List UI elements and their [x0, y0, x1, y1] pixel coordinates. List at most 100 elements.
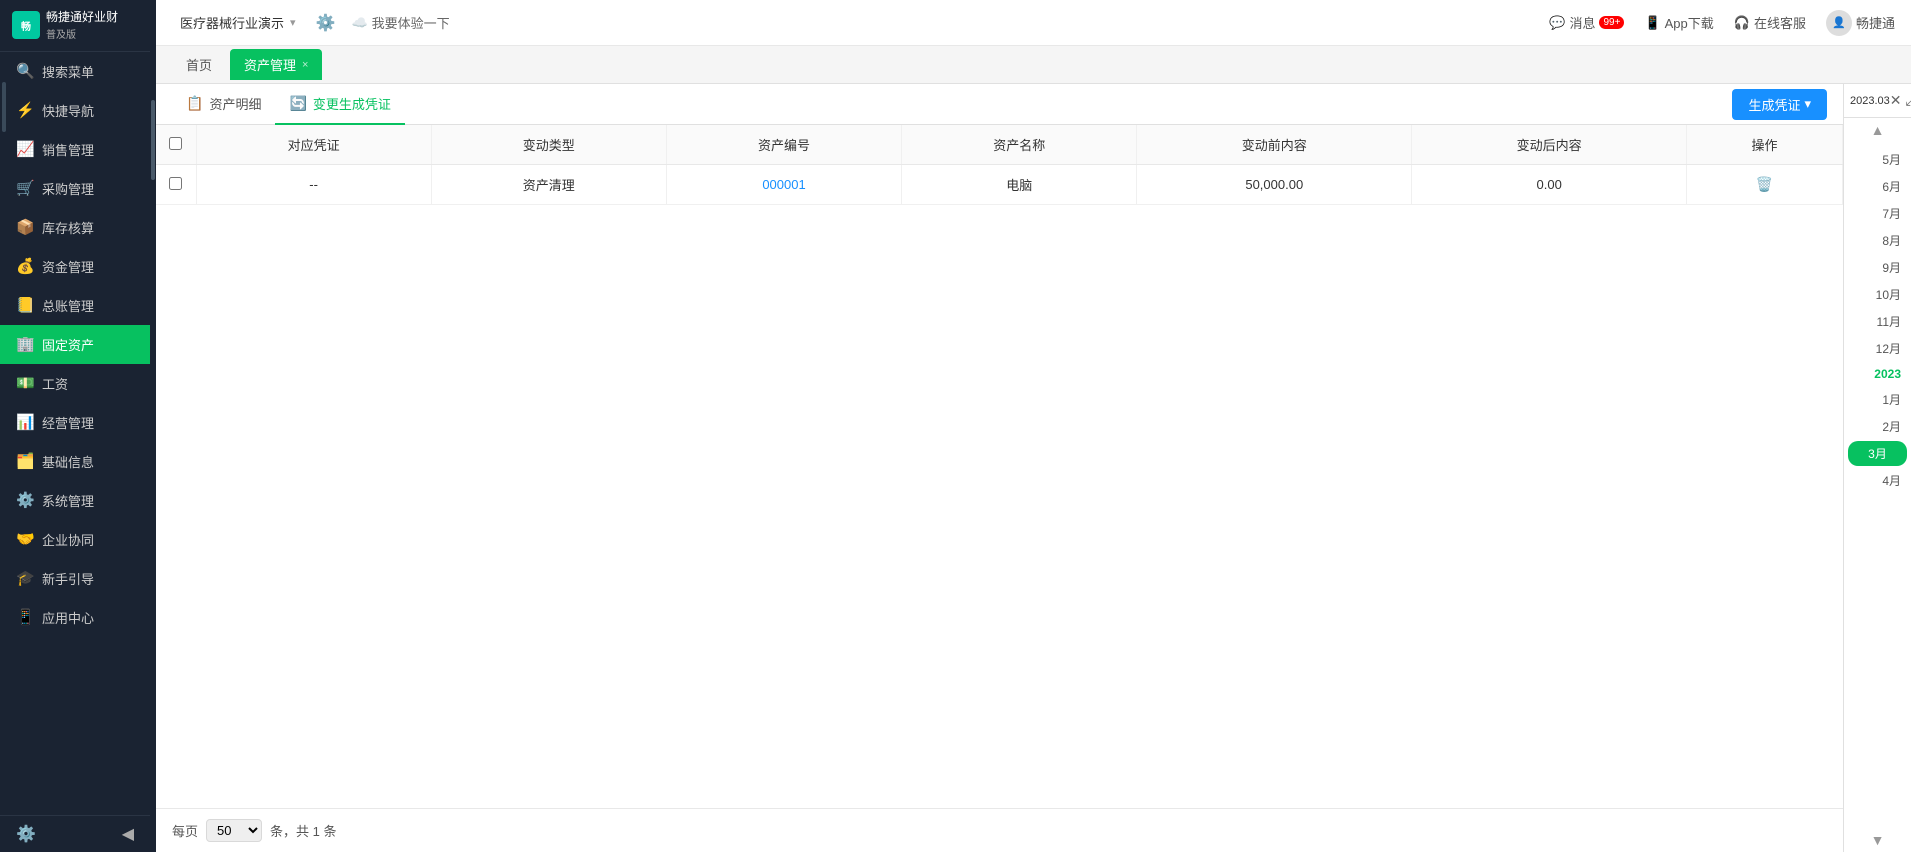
- system-icon: ⚙️: [16, 491, 34, 509]
- company-selector[interactable]: 医疗器械行业演示 ▾: [172, 9, 304, 36]
- col-change-type: 变动类型: [431, 125, 666, 165]
- cell-change-type: 资产清理: [431, 165, 666, 205]
- app-download-action[interactable]: 📱 App下载: [1644, 13, 1713, 32]
- experience-button[interactable]: ☁️ 我要体验一下: [351, 13, 449, 32]
- avatar: 👤: [1826, 10, 1852, 36]
- cell-action: 🗑️: [1687, 165, 1843, 205]
- year-2023-header: 2023: [1844, 362, 1911, 386]
- sidebar-item-sales[interactable]: 📈 销售管理: [0, 130, 150, 169]
- app-download-icon: 📱: [1644, 15, 1660, 31]
- sidebar-item-basic-info[interactable]: 🗂️ 基础信息: [0, 442, 150, 481]
- sidebar-item-operations[interactable]: 📊 经营管理: [0, 403, 150, 442]
- sidebar-item-label: 总账管理: [42, 296, 94, 315]
- sidebar-item-ledger[interactable]: 📒 总账管理: [0, 286, 150, 325]
- panel-close-icon[interactable]: ✕: [1890, 92, 1902, 109]
- sidebar-item-label: 搜索菜单: [42, 62, 94, 81]
- customer-service-action[interactable]: 🎧 在线客服: [1734, 13, 1806, 32]
- message-badge: 99+: [1599, 16, 1624, 29]
- sidebar-logo: 畅 畅捷通好业财 普及版: [0, 0, 150, 52]
- sidebar-item-label: 资金管理: [42, 257, 94, 276]
- panel-expand-icon[interactable]: ⤢: [1906, 92, 1911, 109]
- sidebar-item-fixed-assets[interactable]: 🏢 固定资产: [0, 325, 150, 364]
- sidebar-item-guide[interactable]: 🎓 新手引导: [0, 559, 150, 598]
- sidebar-item-search[interactable]: 🔍 搜索菜单: [0, 52, 150, 91]
- ledger-icon: 📒: [16, 296, 34, 314]
- page-size-select[interactable]: 50 10 20 100: [206, 819, 262, 842]
- month-10[interactable]: 10月: [1844, 281, 1911, 308]
- app-name: 畅捷通好业财: [46, 10, 118, 26]
- inner-tab-label: 资产明细: [209, 94, 261, 113]
- inner-tabs: 📋 资产明细 🔄 变更生成凭证 生成凭证 ▾: [156, 84, 1843, 125]
- settings-bottom-icon[interactable]: ⚙️: [16, 824, 36, 844]
- sidebar-item-collab[interactable]: 🤝 企业协同: [0, 520, 150, 559]
- month-5[interactable]: 5月: [1844, 146, 1911, 173]
- month-1[interactable]: 1月: [1844, 386, 1911, 413]
- inner-tab-change-voucher[interactable]: 🔄 变更生成凭证: [275, 84, 404, 125]
- header-right: 💬 消息 99+ 📱 App下载 🎧 在线客服 👤 畅捷通: [1549, 10, 1895, 36]
- top-header: 医疗器械行业演示 ▾ ⚙️ ☁️ 我要体验一下 💬 消息 99+ 📱 App下载…: [156, 0, 1911, 46]
- collapse-icon[interactable]: ◀: [122, 824, 134, 844]
- month-4[interactable]: 4月: [1844, 467, 1911, 494]
- row-checkbox[interactable]: [169, 177, 182, 190]
- purchase-icon: 🛒: [16, 179, 34, 197]
- month-12[interactable]: 12月: [1844, 335, 1911, 362]
- generate-voucher-button[interactable]: 生成凭证 ▾: [1732, 89, 1827, 120]
- fixed-assets-icon: 🏢: [16, 335, 34, 353]
- quicknav-icon: ⚡: [16, 101, 34, 119]
- sidebar-item-purchase[interactable]: 🛒 采购管理: [0, 169, 150, 208]
- sidebar-item-label: 固定资产: [42, 335, 94, 354]
- sidebar-item-inventory[interactable]: 📦 库存核算: [0, 208, 150, 247]
- month-11[interactable]: 11月: [1844, 308, 1911, 335]
- sidebar-item-label: 经营管理: [42, 413, 94, 432]
- inner-tab-label: 变更生成凭证: [313, 94, 391, 113]
- table-row: -- 资产清理 000001 电脑 50,000.00 0.00 🗑️: [156, 165, 1843, 205]
- settings-icon[interactable]: ⚙️: [316, 13, 336, 33]
- month-scroll: 5月 6月 7月 8月 9月 10月 11月 12月 2023 1月 2月 3月…: [1844, 142, 1911, 828]
- sidebar-item-label: 企业协同: [42, 530, 94, 549]
- payroll-icon: 💵: [16, 374, 34, 392]
- scroll-down-arrow[interactable]: ▼: [1844, 828, 1911, 852]
- sidebar-item-label: 库存核算: [42, 218, 94, 237]
- month-3-current[interactable]: 3月: [1848, 441, 1907, 466]
- month-6[interactable]: 6月: [1844, 173, 1911, 200]
- col-asset-name: 资产名称: [902, 125, 1137, 165]
- app-version: 普及版: [46, 26, 118, 41]
- delete-icon[interactable]: 🗑️: [1756, 176, 1773, 192]
- table-container: 对应凭证 变动类型 资产编号 资产名称 变动前内容 变动后内容 操作: [156, 125, 1843, 808]
- sidebar-item-apps[interactable]: 📱 应用中心: [0, 598, 150, 637]
- sidebar-item-quicknav[interactable]: ⚡ 快捷导航: [0, 91, 150, 130]
- finance-icon: 💰: [16, 257, 34, 275]
- sidebar-nav: 🔍 搜索菜单 ⚡ 快捷导航 📈 销售管理 🛒 采购管理 📦 库存核算 💰 资金管…: [0, 52, 150, 815]
- apps-icon: 📱: [16, 608, 34, 626]
- sidebar-item-system[interactable]: ⚙️ 系统管理: [0, 481, 150, 520]
- operations-icon: 📊: [16, 413, 34, 431]
- tab-close-icon[interactable]: ×: [302, 59, 308, 71]
- sidebar-bottom: ⚙️ ◀: [0, 815, 150, 852]
- sidebar-item-finance[interactable]: 💰 资金管理: [0, 247, 150, 286]
- tab-assets[interactable]: 资产管理 ×: [230, 49, 322, 80]
- month-8[interactable]: 8月: [1844, 227, 1911, 254]
- tab-home[interactable]: 首页: [172, 49, 226, 80]
- cell-asset-no: 000001: [666, 165, 901, 205]
- sidebar-item-label: 系统管理: [42, 491, 94, 510]
- message-action[interactable]: 💬 消息 99+: [1549, 13, 1624, 32]
- per-page-label: 每页: [172, 821, 198, 840]
- sales-icon: 📈: [16, 140, 34, 158]
- change-voucher-icon: 🔄: [289, 95, 306, 112]
- cell-voucher: --: [196, 165, 431, 205]
- month-7[interactable]: 7月: [1844, 200, 1911, 227]
- sidebar-item-payroll[interactable]: 💵 工资: [0, 364, 150, 403]
- inner-tab-asset-detail[interactable]: 📋 资产明细: [172, 84, 275, 125]
- month-2[interactable]: 2月: [1844, 413, 1911, 440]
- collab-icon: 🤝: [16, 530, 34, 548]
- cell-asset-name: 电脑: [902, 165, 1137, 205]
- sidebar-item-label: 基础信息: [42, 452, 94, 471]
- col-asset-no: 资产编号: [666, 125, 901, 165]
- month-9[interactable]: 9月: [1844, 254, 1911, 281]
- tab-home-label: 首页: [186, 55, 212, 74]
- message-icon: 💬: [1549, 15, 1565, 31]
- experience-icon: ☁️: [351, 15, 367, 31]
- user-action[interactable]: 👤 畅捷通: [1826, 10, 1895, 36]
- select-all-checkbox[interactable]: [169, 137, 182, 150]
- scroll-up-arrow[interactable]: ▲: [1844, 118, 1911, 142]
